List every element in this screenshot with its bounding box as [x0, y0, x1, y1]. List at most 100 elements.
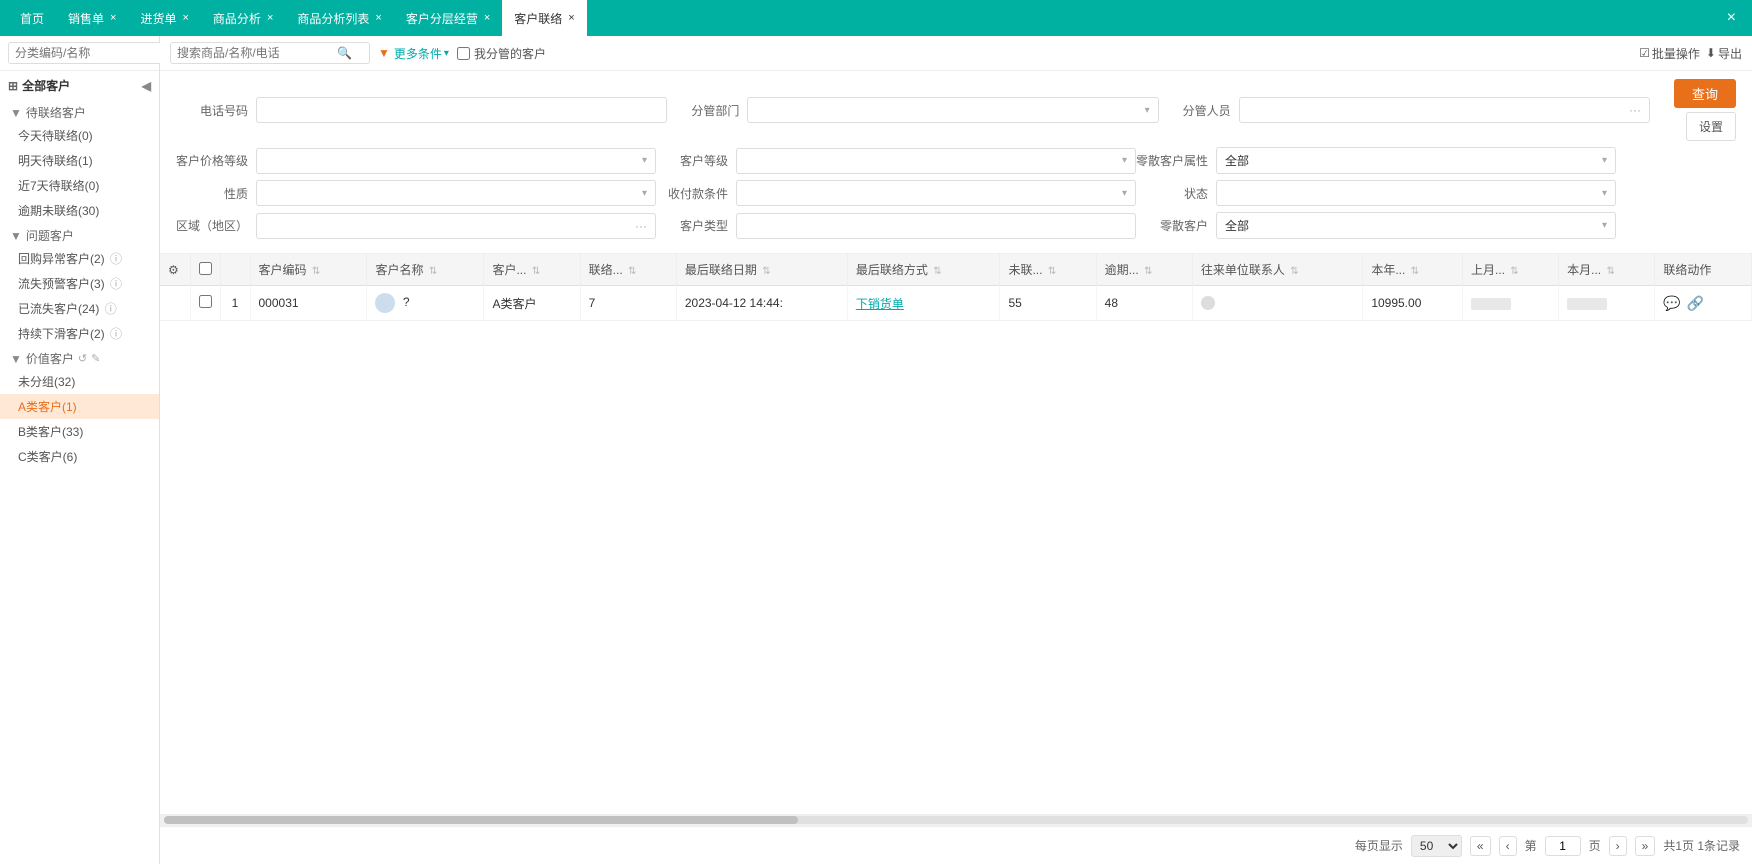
filter-price-level-select[interactable]: ▾: [256, 148, 656, 174]
sidebar-search-input[interactable]: [8, 42, 177, 64]
select-all-checkbox[interactable]: [199, 262, 212, 275]
filter-manager-input[interactable]: ···: [1239, 97, 1650, 123]
sidebar-item-declining[interactable]: 持续下滑客户(2) ⓘ: [0, 321, 159, 346]
sort-last-month-icon[interactable]: ⇅: [1510, 266, 1518, 277]
tab-product-analysis[interactable]: 商品分析 ×: [201, 0, 285, 36]
sort-not-contacted-icon[interactable]: ⇅: [1048, 266, 1056, 277]
my-customers-checkbox[interactable]: [457, 47, 470, 60]
sidebar-item-churn-warning[interactable]: 流失预警客户(3) ⓘ: [0, 271, 159, 296]
filter-customer-level-select[interactable]: ▾: [736, 148, 1136, 174]
col-not-contacted[interactable]: 未联... ⇅: [1000, 254, 1096, 286]
message-icon[interactable]: 💬: [1663, 295, 1680, 312]
filter-phone: 电话号码: [176, 97, 667, 123]
content-area: 🔍 ▼ 更多条件 ▾ 我分管的客户 ☑ 批量操作 ⬇ 导出: [160, 36, 1752, 864]
last-page-button[interactable]: »: [1635, 836, 1656, 856]
sort-type-icon[interactable]: ⇅: [532, 266, 540, 277]
close-purchase-tab[interactable]: ×: [182, 12, 188, 24]
sort-method-icon[interactable]: ⇅: [933, 266, 941, 277]
col-last-method[interactable]: 最后联络方式 ⇅: [847, 254, 1000, 286]
all-customers-header[interactable]: ⊞ 全部客户 ◀: [0, 71, 159, 100]
sidebar-item-class-c[interactable]: C类客户(6): [0, 444, 159, 469]
col-contact-count[interactable]: 联络... ⇅: [580, 254, 676, 286]
tab-purchase[interactable]: 进货单 ×: [128, 0, 200, 36]
row-last-method[interactable]: 下销货单: [847, 286, 1000, 321]
sort-month-icon[interactable]: ⇅: [1606, 266, 1614, 277]
sidebar-item-7days[interactable]: 近7天待联络(0): [0, 173, 159, 198]
filter-nature-select[interactable]: ▾: [256, 180, 656, 206]
group-pending-contact[interactable]: ▼ 待联络客户: [0, 100, 159, 123]
first-page-button[interactable]: «: [1470, 836, 1491, 856]
scrollbar-thumb[interactable]: [164, 816, 798, 824]
horizontal-scrollbar[interactable]: [160, 814, 1752, 826]
sort-contact-icon[interactable]: ⇅: [628, 266, 636, 277]
close-all-tabs-button[interactable]: ×: [1719, 9, 1744, 27]
filter-search-icon[interactable]: 🔍: [337, 46, 352, 60]
tab-customer-contact[interactable]: 客户联络 ×: [502, 0, 586, 36]
sidebar-item-churned[interactable]: 已流失客户(24) ⓘ: [0, 296, 159, 321]
col-last-month[interactable]: 上月... ⇅: [1462, 254, 1558, 286]
more-conditions-button[interactable]: ▼ 更多条件 ▾: [378, 45, 449, 62]
filter-payment-select[interactable]: ▾: [736, 180, 1136, 206]
next-page-button[interactable]: ›: [1609, 836, 1627, 856]
sort-date-icon[interactable]: ⇅: [762, 266, 770, 277]
page-label2: 页: [1589, 837, 1601, 854]
close-customer-tier-tab[interactable]: ×: [484, 12, 490, 24]
col-unit-contact[interactable]: 往来单位联系人 ⇅: [1192, 254, 1362, 286]
col-code[interactable]: 客户编码 ⇅: [250, 254, 367, 286]
page-size-select[interactable]: 50 100 200: [1411, 835, 1462, 857]
tab-product-analysis-list[interactable]: 商品分析列表 ×: [285, 0, 393, 36]
filter-dept-select[interactable]: ▾: [747, 97, 1158, 123]
query-button[interactable]: 查询: [1674, 79, 1736, 108]
row-last-month: [1462, 286, 1558, 321]
row-current-year: 10995.00: [1363, 286, 1463, 321]
group-problem-customers[interactable]: ▼ 问题客户: [0, 223, 159, 246]
settings-button[interactable]: 设置: [1686, 112, 1736, 141]
sidebar-item-unclassified[interactable]: 未分组(32): [0, 369, 159, 394]
col-current-month[interactable]: 本月... ⇅: [1559, 254, 1655, 286]
sidebar-item-overdue[interactable]: 逾期未联络(30): [0, 198, 159, 223]
filter-status-select[interactable]: ▾: [1216, 180, 1616, 206]
sidebar-item-class-b[interactable]: B类客户(33): [0, 419, 159, 444]
link-icon[interactable]: 🔗: [1687, 295, 1704, 312]
col-name[interactable]: 客户名称 ⇅: [367, 254, 484, 286]
sort-year-icon[interactable]: ⇅: [1411, 266, 1419, 277]
edit-icon[interactable]: ✎: [91, 352, 100, 365]
tab-home[interactable]: 首页: [8, 0, 56, 36]
filter-customer-type-input[interactable]: [736, 213, 1136, 239]
page-number-input[interactable]: [1545, 836, 1581, 856]
search-input[interactable]: [177, 46, 337, 60]
close-sales-tab[interactable]: ×: [110, 12, 116, 24]
sidebar-item-class-a[interactable]: A类客户(1): [0, 394, 159, 419]
sidebar-item-tomorrow[interactable]: 明天待联络(1): [0, 148, 159, 173]
filter-phone-input[interactable]: [256, 97, 667, 123]
tab-sales[interactable]: 销售单 ×: [56, 0, 128, 36]
close-product-analysis-tab[interactable]: ×: [267, 12, 273, 24]
export-button[interactable]: ⬇ 导出: [1706, 45, 1742, 62]
prev-page-button[interactable]: ‹: [1499, 836, 1517, 856]
sidebar-item-repurchase-abnormal[interactable]: 回购异常客户(2) ⓘ: [0, 246, 159, 271]
col-overdue[interactable]: 逾期... ⇅: [1096, 254, 1192, 286]
sidebar-item-today[interactable]: 今天待联络(0): [0, 123, 159, 148]
close-product-analysis-list-tab[interactable]: ×: [375, 12, 381, 24]
group-value-customers[interactable]: ▼ 价值客户 ↺ ✎: [0, 346, 159, 369]
row-checkbox[interactable]: [199, 295, 212, 308]
sort-overdue-icon[interactable]: ⇅: [1144, 266, 1152, 277]
filter-row-2: 客户价格等级 ▾ 客户等级 ▾ 零散客户属性 全部 ▾: [176, 147, 1736, 174]
sort-unit-icon[interactable]: ⇅: [1290, 266, 1298, 277]
batch-op-button[interactable]: ☑ 批量操作: [1639, 45, 1700, 62]
col-type[interactable]: 客户... ⇅: [484, 254, 580, 286]
col-current-year[interactable]: 本年... ⇅: [1363, 254, 1463, 286]
collapse-icon[interactable]: ◀: [142, 79, 151, 93]
filter-region-input[interactable]: ···: [256, 213, 656, 239]
refresh-icon[interactable]: ↺: [78, 352, 87, 365]
col-last-date[interactable]: 最后联络日期 ⇅: [676, 254, 847, 286]
sort-name-icon[interactable]: ⇅: [429, 266, 437, 277]
sort-code-icon[interactable]: ⇅: [312, 266, 320, 277]
close-customer-contact-tab[interactable]: ×: [568, 12, 574, 24]
filter-retail-attr-select[interactable]: 全部 ▾: [1216, 147, 1616, 174]
chevron-status-icon: ▾: [1602, 188, 1607, 199]
col-gear[interactable]: ⚙: [160, 254, 190, 286]
tab-customer-tier[interactable]: 客户分层经营 ×: [394, 0, 502, 36]
filter-retail-select[interactable]: 全部 ▾: [1216, 212, 1616, 239]
export-icon: ⬇: [1706, 46, 1716, 60]
